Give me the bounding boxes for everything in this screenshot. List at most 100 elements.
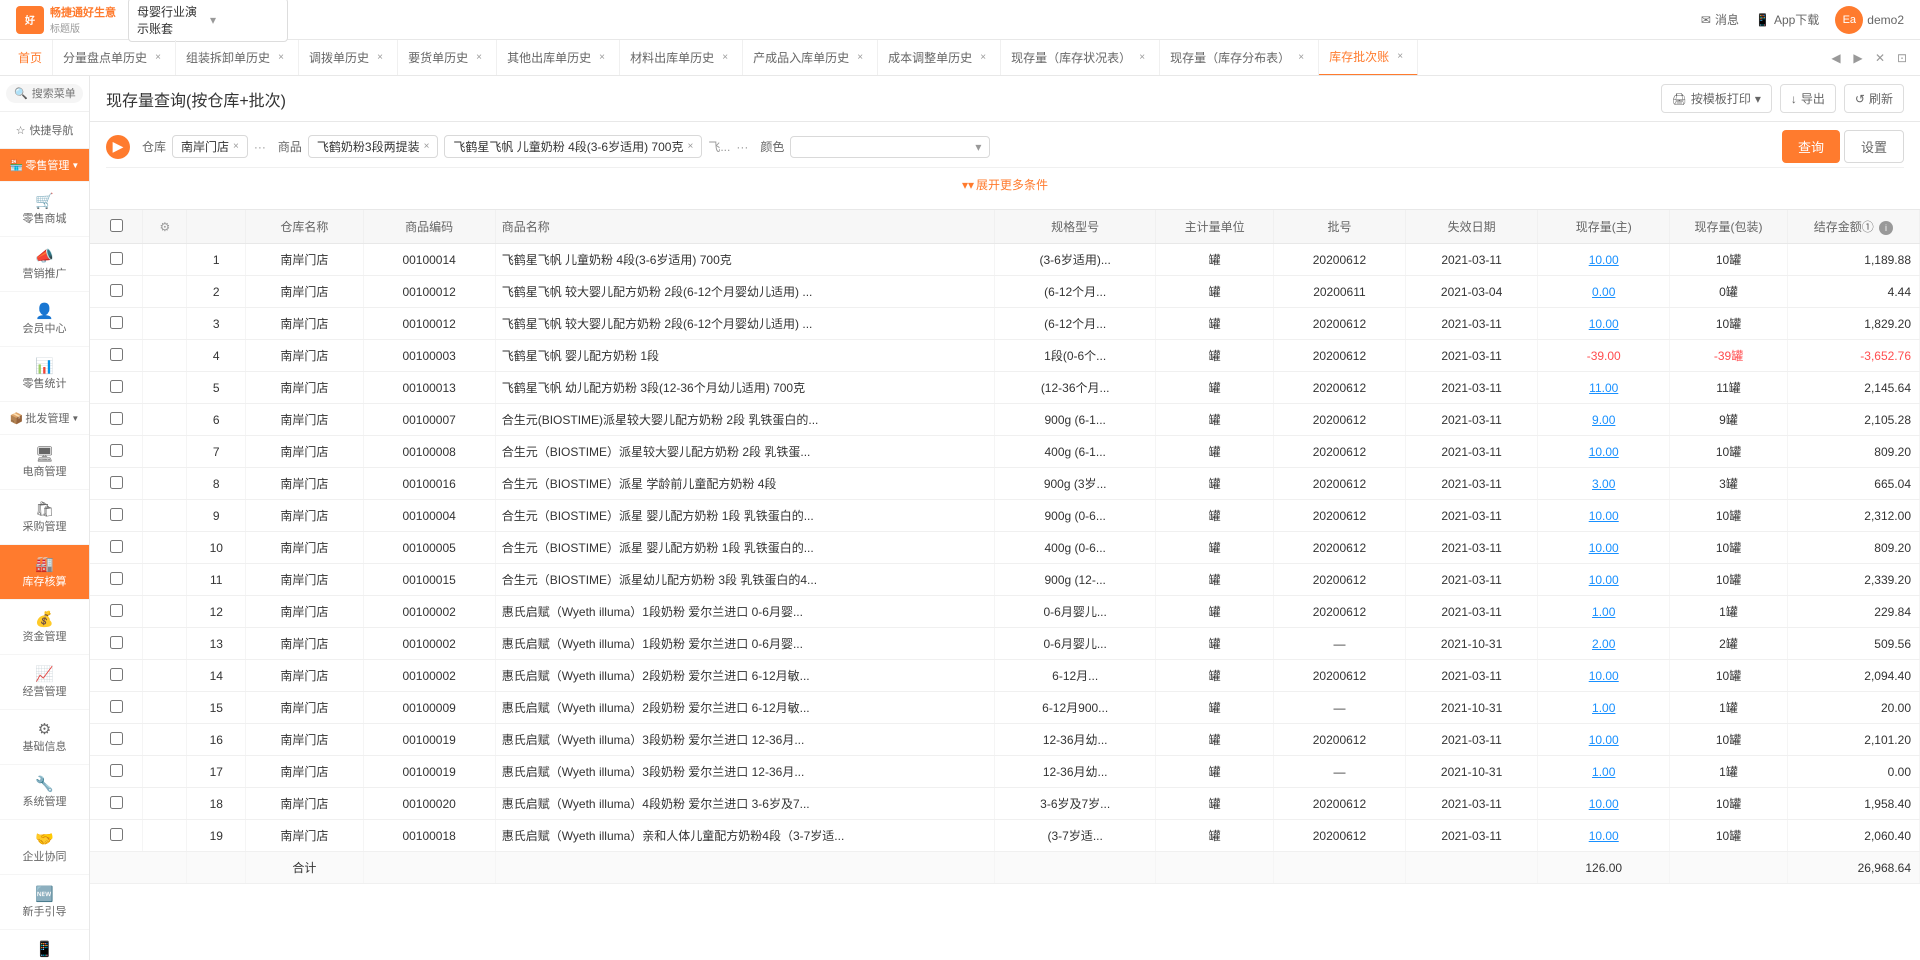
sidebar-item-wholesale[interactable]: 📦 批发管理 ▼: [0, 402, 89, 435]
search-input[interactable]: [32, 88, 87, 100]
tab-disassemble-history[interactable]: 组装拆卸单历史 ×: [176, 40, 299, 76]
org-selector[interactable]: 母婴行业演示账套 ▾: [128, 0, 288, 42]
sidebar-item-ecommerce[interactable]: 🖥 电商管理: [0, 435, 89, 490]
tab-batch-ledger[interactable]: 库存批次账 ×: [1319, 40, 1418, 76]
row-qty-main-11[interactable]: 1.00: [1538, 596, 1670, 628]
row-select-17[interactable]: [110, 796, 123, 809]
tab-split-history[interactable]: 分量盘点单历史 ×: [53, 40, 176, 76]
sidebar-item-basic[interactable]: ⚙ 基础信息: [0, 710, 89, 765]
close-requisition-history-icon[interactable]: ×: [472, 51, 486, 65]
warehouse-tag-close[interactable]: ×: [233, 141, 239, 152]
row-qty-main-14[interactable]: 1.00: [1538, 692, 1670, 724]
tab-cost-adjust-history[interactable]: 成本调整单历史 ×: [878, 40, 1001, 76]
template-print-button[interactable]: 🖨 按模板打印 ▾: [1661, 84, 1772, 113]
product-tag-0-close[interactable]: ×: [424, 141, 430, 152]
tab-stock-dist[interactable]: 现存量（库存分布表） ×: [1160, 40, 1319, 76]
balance-info-icon[interactable]: i: [1879, 221, 1893, 235]
tab-transfer-history[interactable]: 调拨单历史 ×: [299, 40, 398, 76]
row-select-12[interactable]: [110, 636, 123, 649]
sidebar-item-enterprise[interactable]: 🤝 企业协同: [0, 820, 89, 875]
nav-maximize-icon[interactable]: ⊡: [1892, 48, 1912, 68]
gear-icon[interactable]: ⚙: [159, 220, 170, 234]
row-select-18[interactable]: [110, 828, 123, 841]
row-qty-main-10[interactable]: 10.00: [1538, 564, 1670, 596]
row-qty-main-17[interactable]: 10.00: [1538, 788, 1670, 820]
export-button[interactable]: ↓ 导出: [1780, 84, 1836, 113]
row-qty-main-15[interactable]: 10.00: [1538, 724, 1670, 756]
quick-nav-item[interactable]: ☆ 快捷导航: [0, 116, 89, 144]
row-qty-main-8[interactable]: 10.00: [1538, 500, 1670, 532]
close-batch-ledger-icon[interactable]: ×: [1393, 50, 1407, 64]
sidebar-item-app-center[interactable]: 📱 应用中心: [0, 930, 89, 960]
sidebar-item-inventory[interactable]: 🏭 库存核算: [0, 545, 89, 600]
close-material-out-history-icon[interactable]: ×: [718, 51, 732, 65]
refresh-button[interactable]: ↺ 刷新: [1844, 84, 1904, 113]
row-select-3[interactable]: [110, 348, 123, 361]
sidebar-item-retail[interactable]: 🏪 零售管理 ▼: [0, 149, 89, 182]
row-select-14[interactable]: [110, 700, 123, 713]
user-profile[interactable]: Ea demo2: [1835, 6, 1904, 34]
close-product-in-history-icon[interactable]: ×: [853, 51, 867, 65]
row-select-5[interactable]: [110, 412, 123, 425]
close-split-history-icon[interactable]: ×: [151, 51, 165, 65]
row-qty-main-0[interactable]: 10.00: [1538, 244, 1670, 276]
row-qty-main-9[interactable]: 10.00: [1538, 532, 1670, 564]
sidebar-item-guide[interactable]: 🆕 新手引导: [0, 875, 89, 930]
row-select-11[interactable]: [110, 604, 123, 617]
row-select-13[interactable]: [110, 668, 123, 681]
close-other-out-history-icon[interactable]: ×: [595, 51, 609, 65]
row-qty-main-6[interactable]: 10.00: [1538, 436, 1670, 468]
nav-right-arrow[interactable]: ▶: [1848, 48, 1868, 68]
sidebar-item-retail-stats[interactable]: 📊 零售统计: [0, 347, 89, 402]
row-qty-main-5[interactable]: 9.00: [1538, 404, 1670, 436]
tab-home[interactable]: 首页: [8, 40, 53, 76]
row-select-4[interactable]: [110, 380, 123, 393]
row-select-9[interactable]: [110, 540, 123, 553]
row-qty-main-3[interactable]: -39.00: [1538, 340, 1670, 372]
row-select-8[interactable]: [110, 508, 123, 521]
sidebar-item-marketing[interactable]: 📣 营销推广: [0, 237, 89, 292]
message-action[interactable]: ✉ 消息: [1701, 11, 1739, 28]
expand-more-button[interactable]: ▾▾ 展开更多条件: [954, 172, 1056, 197]
row-select-1[interactable]: [110, 284, 123, 297]
app-download-action[interactable]: 📱 App下载: [1755, 11, 1819, 28]
close-transfer-history-icon[interactable]: ×: [373, 51, 387, 65]
row-select-7[interactable]: [110, 476, 123, 489]
tab-other-out-history[interactable]: 其他出库单历史 ×: [497, 40, 620, 76]
expand-filter-button[interactable]: ▶: [106, 135, 130, 159]
row-select-0[interactable]: [110, 252, 123, 265]
product-more-dots[interactable]: ···: [736, 140, 748, 154]
tab-product-in-history[interactable]: 产成品入库单历史 ×: [743, 40, 878, 76]
row-select-2[interactable]: [110, 316, 123, 329]
setting-button[interactable]: 设置: [1844, 130, 1904, 163]
sidebar-item-retail-shop[interactable]: 🛒 零售商城: [0, 182, 89, 237]
nav-left-arrow[interactable]: ◀: [1826, 48, 1846, 68]
row-select-15[interactable]: [110, 732, 123, 745]
sidebar-item-purchase[interactable]: 🛍 采购管理: [0, 490, 89, 545]
row-select-10[interactable]: [110, 572, 123, 585]
row-qty-main-12[interactable]: 2.00: [1538, 628, 1670, 660]
sidebar-item-system[interactable]: 🔧 系统管理: [0, 765, 89, 820]
sidebar-search-box[interactable]: 🔍: [6, 84, 83, 103]
sidebar-item-finance[interactable]: 💰 资金管理: [0, 600, 89, 655]
close-disassemble-history-icon[interactable]: ×: [274, 51, 288, 65]
close-cost-adjust-history-icon[interactable]: ×: [976, 51, 990, 65]
tab-requisition-history[interactable]: 要货单历史 ×: [398, 40, 497, 76]
query-button[interactable]: 查询: [1782, 130, 1840, 163]
row-select-6[interactable]: [110, 444, 123, 457]
close-stock-status-icon[interactable]: ×: [1135, 51, 1149, 65]
row-qty-main-2[interactable]: 10.00: [1538, 308, 1670, 340]
row-select-16[interactable]: [110, 764, 123, 777]
color-input[interactable]: ▾: [790, 136, 990, 158]
row-qty-main-1[interactable]: 0.00: [1538, 276, 1670, 308]
row-qty-main-4[interactable]: 11.00: [1538, 372, 1670, 404]
product-tag-1-close[interactable]: ×: [687, 141, 693, 152]
close-stock-dist-icon[interactable]: ×: [1294, 51, 1308, 65]
tab-stock-status[interactable]: 现存量（库存状况表） ×: [1001, 40, 1160, 76]
nav-close-icon[interactable]: ✕: [1870, 48, 1890, 68]
sidebar-item-operations[interactable]: 📈 经营管理: [0, 655, 89, 710]
sidebar-item-member[interactable]: 👤 会员中心: [0, 292, 89, 347]
row-qty-main-7[interactable]: 3.00: [1538, 468, 1670, 500]
warehouse-more[interactable]: ···: [254, 140, 266, 154]
select-all-checkbox[interactable]: [110, 219, 123, 232]
